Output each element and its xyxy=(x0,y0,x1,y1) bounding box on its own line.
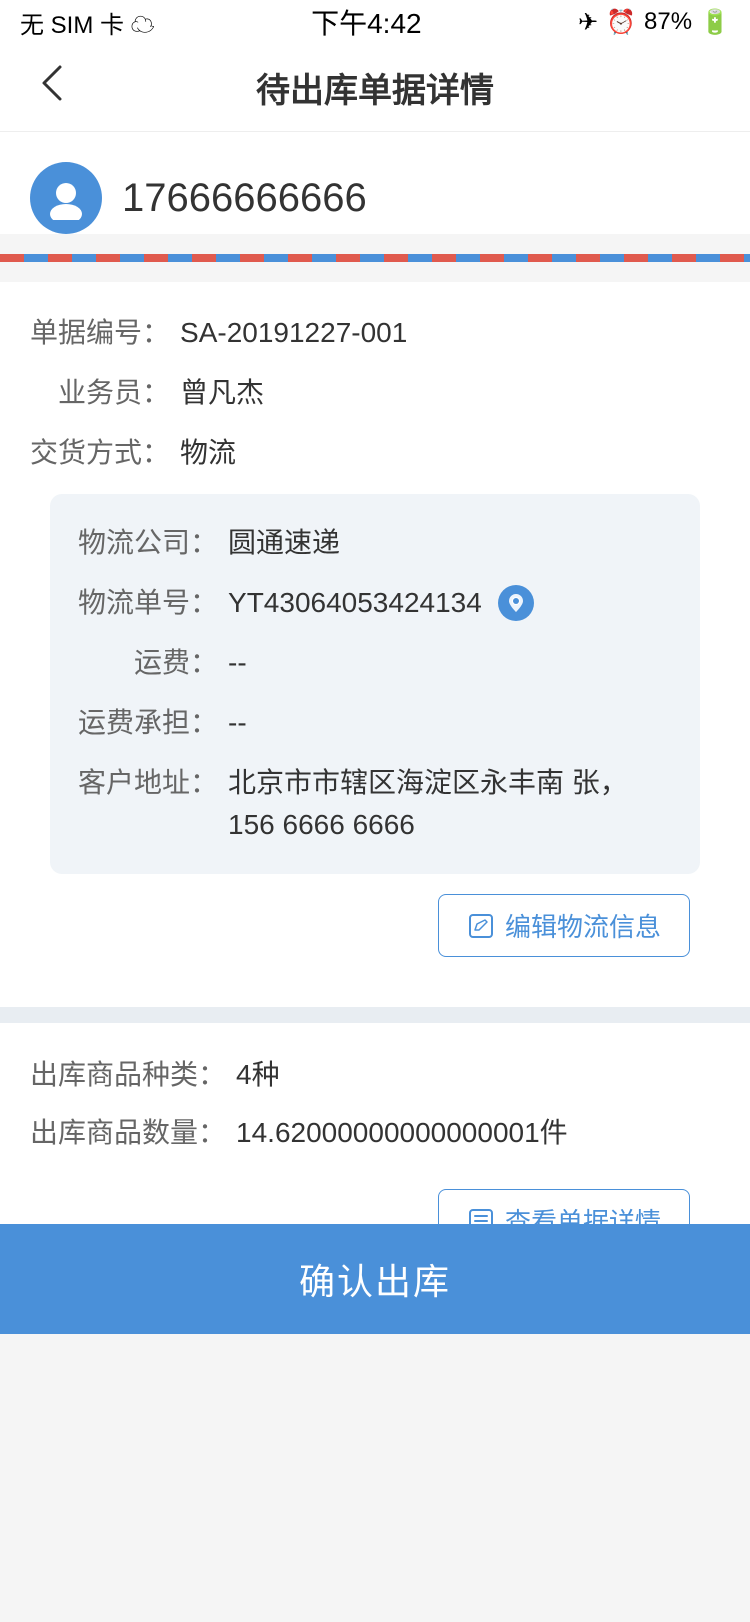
alarm-icon: ⏰ xyxy=(606,8,636,37)
goods-kind-row: 出库商品种类： 4种 xyxy=(30,1053,720,1093)
goods-quantity-label: 出库商品数量： xyxy=(30,1111,226,1151)
logistics-section: 物流公司： 圆通速递 物流单号： YT43064053424134 xyxy=(50,494,700,874)
edit-btn-row: 编辑物流信息 xyxy=(30,874,720,977)
logistics-tracking-row: 物流单号： YT43064053424134 xyxy=(78,582,672,624)
status-bar-time: 下午4:42 xyxy=(311,2,422,42)
address-label: 客户地址： xyxy=(78,762,218,804)
location-indicator: ✈ xyxy=(578,8,598,37)
address-row: 客户地址： 北京市市辖区海淀区永丰南 张，156 6666 6666 xyxy=(78,762,672,846)
logistics-company-row: 物流公司： 圆通速递 xyxy=(78,522,672,564)
avatar xyxy=(30,162,102,234)
section-divider xyxy=(0,1007,750,1023)
user-header: 17666666666 xyxy=(0,132,750,234)
content: 17666666666 单据编号： SA-20191227-001 业务员： 曾… xyxy=(0,132,750,1622)
address-value: 北京市市辖区海淀区永丰南 张，156 6666 6666 xyxy=(228,762,672,846)
order-no-value: SA-20191227-001 xyxy=(180,312,720,354)
goods-quantity-value: 14.62000000000000001件 xyxy=(236,1111,568,1151)
goods-quantity-row: 出库商品数量： 14.62000000000000001件 xyxy=(30,1111,720,1151)
bottom-bar: 确认出库 xyxy=(0,1224,750,1334)
tracking-location-button[interactable] xyxy=(498,585,534,621)
tracking-number: YT43064053424134 xyxy=(228,582,482,624)
user-phone: 17666666666 xyxy=(122,176,720,221)
dashed-divider xyxy=(0,254,750,262)
status-bar: 无 SIM 卡 ☁ 下午4:42 ✈ ⏰ 87% 🔋 xyxy=(0,0,750,44)
goods-kind-label: 出库商品种类： xyxy=(30,1053,226,1093)
tracking-row: YT43064053424134 xyxy=(218,582,534,624)
freight-value: -- xyxy=(228,642,672,684)
order-no-label: 单据编号： xyxy=(30,312,170,354)
edit-logistics-button[interactable]: 编辑物流信息 xyxy=(438,894,690,957)
page-title: 待出库单据详情 xyxy=(256,63,494,112)
status-bar-left: 无 SIM 卡 ☁ xyxy=(20,5,155,40)
edit-logistics-label: 编辑物流信息 xyxy=(505,907,661,944)
order-no-row: 单据编号： SA-20191227-001 xyxy=(30,312,720,354)
status-bar-right: ✈ ⏰ 87% 🔋 xyxy=(578,8,730,37)
salesman-label: 业务员： xyxy=(30,372,170,414)
delivery-value: 物流 xyxy=(180,432,720,474)
logistics-tracking-label: 物流单号： xyxy=(78,582,218,624)
battery-icon: 🔋 xyxy=(700,8,730,37)
freight-bear-row: 运费承担： -- xyxy=(78,702,672,744)
delivery-row: 交货方式： 物流 xyxy=(30,432,720,474)
battery-level: 87% xyxy=(644,8,692,36)
salesman-row: 业务员： 曾凡杰 xyxy=(30,372,720,414)
confirm-button[interactable]: 确认出库 xyxy=(299,1253,451,1305)
logistics-company-label: 物流公司： xyxy=(78,522,218,564)
goods-kind-value: 4种 xyxy=(236,1053,280,1093)
salesman-value: 曾凡杰 xyxy=(180,372,720,414)
back-button[interactable] xyxy=(30,53,74,123)
delivery-label: 交货方式： xyxy=(30,432,170,474)
freight-bear-value: -- xyxy=(228,702,672,744)
freight-label: 运费： xyxy=(78,642,218,684)
freight-row: 运费： -- xyxy=(78,642,672,684)
freight-bear-label: 运费承担： xyxy=(78,702,218,744)
order-info-section: 单据编号： SA-20191227-001 业务员： 曾凡杰 交货方式： 物流 … xyxy=(0,282,750,1007)
sim-status: 无 SIM 卡 ☁ xyxy=(20,5,155,40)
nav-bar: 待出库单据详情 xyxy=(0,44,750,132)
logistics-company-value: 圆通速递 xyxy=(228,522,672,564)
